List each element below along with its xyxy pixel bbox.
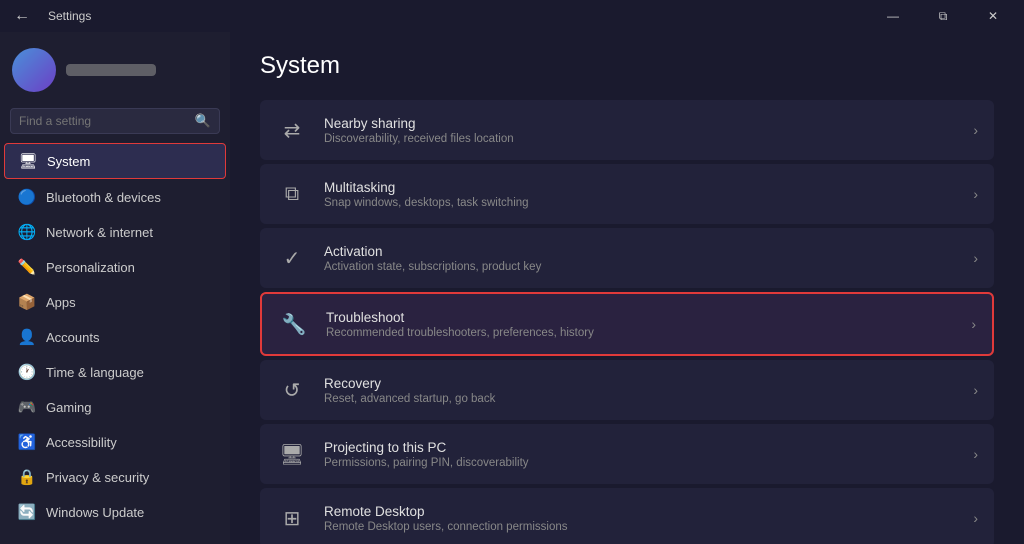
activation-text: Activation Activation state, subscriptio… [324, 244, 957, 273]
sidebar: 🔍 🖥 System 🔵 Bluetooth & devices 🌐 Netwo… [0, 32, 230, 544]
projecting-icon: 🖥 [276, 438, 308, 470]
chevron-icon: › [973, 446, 978, 462]
settings-item-recovery[interactable]: ↺ Recovery Reset, advanced startup, go b… [260, 360, 994, 420]
sidebar-item-privacy[interactable]: 🔒 Privacy & security [4, 460, 226, 494]
sidebar-item-system[interactable]: 🖥 System [4, 143, 226, 179]
settings-item-remote-desktop[interactable]: ⊞ Remote Desktop Remote Desktop users, c… [260, 488, 994, 544]
multitasking-text: Multitasking Snap windows, desktops, tas… [324, 180, 957, 209]
remote-desktop-desc: Remote Desktop users, connection permiss… [324, 521, 957, 533]
remote-desktop-title: Remote Desktop [324, 504, 957, 519]
sidebar-item-label: Bluetooth & devices [46, 190, 212, 205]
search-icon: 🔍 [195, 113, 211, 129]
user-info [66, 64, 156, 76]
sidebar-item-gaming[interactable]: 🎮 Gaming [4, 390, 226, 424]
recovery-text: Recovery Reset, advanced startup, go bac… [324, 376, 957, 405]
recovery-desc: Reset, advanced startup, go back [324, 393, 957, 405]
troubleshoot-desc: Recommended troubleshooters, preferences… [326, 327, 955, 339]
projecting-title: Projecting to this PC [324, 440, 957, 455]
titlebar-left: ← Settings [8, 2, 91, 30]
settings-list: ⇄ Nearby sharing Discoverability, receiv… [260, 100, 994, 544]
sidebar-item-apps[interactable]: 📦 Apps [4, 285, 226, 319]
multitasking-desc: Snap windows, desktops, task switching [324, 197, 957, 209]
chevron-icon: › [971, 316, 976, 332]
recovery-title: Recovery [324, 376, 957, 391]
content-area: System ⇄ Nearby sharing Discoverability,… [230, 32, 1024, 544]
activation-title: Activation [324, 244, 957, 259]
sidebar-item-label: Privacy & security [46, 470, 212, 485]
sidebar-item-accounts[interactable]: 👤 Accounts [4, 320, 226, 354]
minimize-button[interactable]: — [870, 0, 916, 32]
avatar [12, 48, 56, 92]
chevron-icon: › [973, 122, 978, 138]
recovery-icon: ↺ [276, 374, 308, 406]
sidebar-item-time[interactable]: 🕐 Time & language [4, 355, 226, 389]
projecting-text: Projecting to this PC Permissions, pairi… [324, 440, 957, 469]
bluetooth-icon: 🔵 [18, 188, 36, 206]
personalization-icon: ✏️ [18, 258, 36, 276]
settings-item-multitasking[interactable]: ⧉ Multitasking Snap windows, desktops, t… [260, 164, 994, 224]
sidebar-item-label: Gaming [46, 400, 212, 415]
time-icon: 🕐 [18, 363, 36, 381]
chevron-icon: › [973, 510, 978, 526]
sidebar-item-windows-update[interactable]: 🔄 Windows Update [4, 495, 226, 529]
troubleshoot-icon: 🔧 [278, 308, 310, 340]
gaming-icon: 🎮 [18, 398, 36, 416]
windows-update-icon: 🔄 [18, 503, 36, 521]
page-title: System [260, 52, 994, 80]
network-icon: 🌐 [18, 223, 36, 241]
chevron-icon: › [973, 382, 978, 398]
titlebar-controls: — ⧉ ✕ [870, 0, 1016, 32]
settings-item-projecting[interactable]: 🖥 Projecting to this PC Permissions, pai… [260, 424, 994, 484]
sidebar-item-label: System [47, 154, 211, 169]
nearby-sharing-text: Nearby sharing Discoverability, received… [324, 116, 957, 145]
settings-item-nearby-sharing[interactable]: ⇄ Nearby sharing Discoverability, receiv… [260, 100, 994, 160]
remote-desktop-icon: ⊞ [276, 502, 308, 534]
settings-item-troubleshoot[interactable]: 🔧 Troubleshoot Recommended troubleshoote… [260, 292, 994, 356]
sidebar-item-label: Apps [46, 295, 212, 310]
apps-icon: 📦 [18, 293, 36, 311]
user-section [0, 32, 230, 104]
sidebar-item-accessibility[interactable]: ♿ Accessibility [4, 425, 226, 459]
sidebar-item-label: Network & internet [46, 225, 212, 240]
activation-icon: ✓ [276, 242, 308, 274]
multitasking-icon: ⧉ [276, 178, 308, 210]
sidebar-item-label: Personalization [46, 260, 212, 275]
system-icon: 🖥 [19, 152, 37, 170]
back-button[interactable]: ← [8, 2, 36, 30]
sidebar-item-label: Accessibility [46, 435, 212, 450]
sidebar-item-personalization[interactable]: ✏️ Personalization [4, 250, 226, 284]
nearby-sharing-icon: ⇄ [276, 114, 308, 146]
accounts-icon: 👤 [18, 328, 36, 346]
troubleshoot-text: Troubleshoot Recommended troubleshooters… [326, 310, 955, 339]
titlebar: ← Settings — ⧉ ✕ [0, 0, 1024, 32]
activation-desc: Activation state, subscriptions, product… [324, 261, 957, 273]
privacy-icon: 🔒 [18, 468, 36, 486]
chevron-icon: › [973, 186, 978, 202]
sidebar-item-bluetooth[interactable]: 🔵 Bluetooth & devices [4, 180, 226, 214]
close-button[interactable]: ✕ [970, 0, 1016, 32]
nearby-sharing-desc: Discoverability, received files location [324, 133, 957, 145]
maximize-button[interactable]: ⧉ [920, 0, 966, 32]
search-box[interactable]: 🔍 [10, 108, 220, 134]
sidebar-item-network[interactable]: 🌐 Network & internet [4, 215, 226, 249]
sidebar-item-label: Time & language [46, 365, 212, 380]
nav-list: 🖥 System 🔵 Bluetooth & devices 🌐 Network… [0, 142, 230, 530]
chevron-icon: › [973, 250, 978, 266]
settings-item-activation[interactable]: ✓ Activation Activation state, subscript… [260, 228, 994, 288]
sidebar-item-label: Windows Update [46, 505, 212, 520]
search-input[interactable] [19, 114, 189, 128]
projecting-desc: Permissions, pairing PIN, discoverabilit… [324, 457, 957, 469]
accessibility-icon: ♿ [18, 433, 36, 451]
sidebar-item-label: Accounts [46, 330, 212, 345]
remote-desktop-text: Remote Desktop Remote Desktop users, con… [324, 504, 957, 533]
main-layout: 🔍 🖥 System 🔵 Bluetooth & devices 🌐 Netwo… [0, 32, 1024, 544]
troubleshoot-title: Troubleshoot [326, 310, 955, 325]
nearby-sharing-title: Nearby sharing [324, 116, 957, 131]
titlebar-title: Settings [48, 9, 91, 23]
multitasking-title: Multitasking [324, 180, 957, 195]
